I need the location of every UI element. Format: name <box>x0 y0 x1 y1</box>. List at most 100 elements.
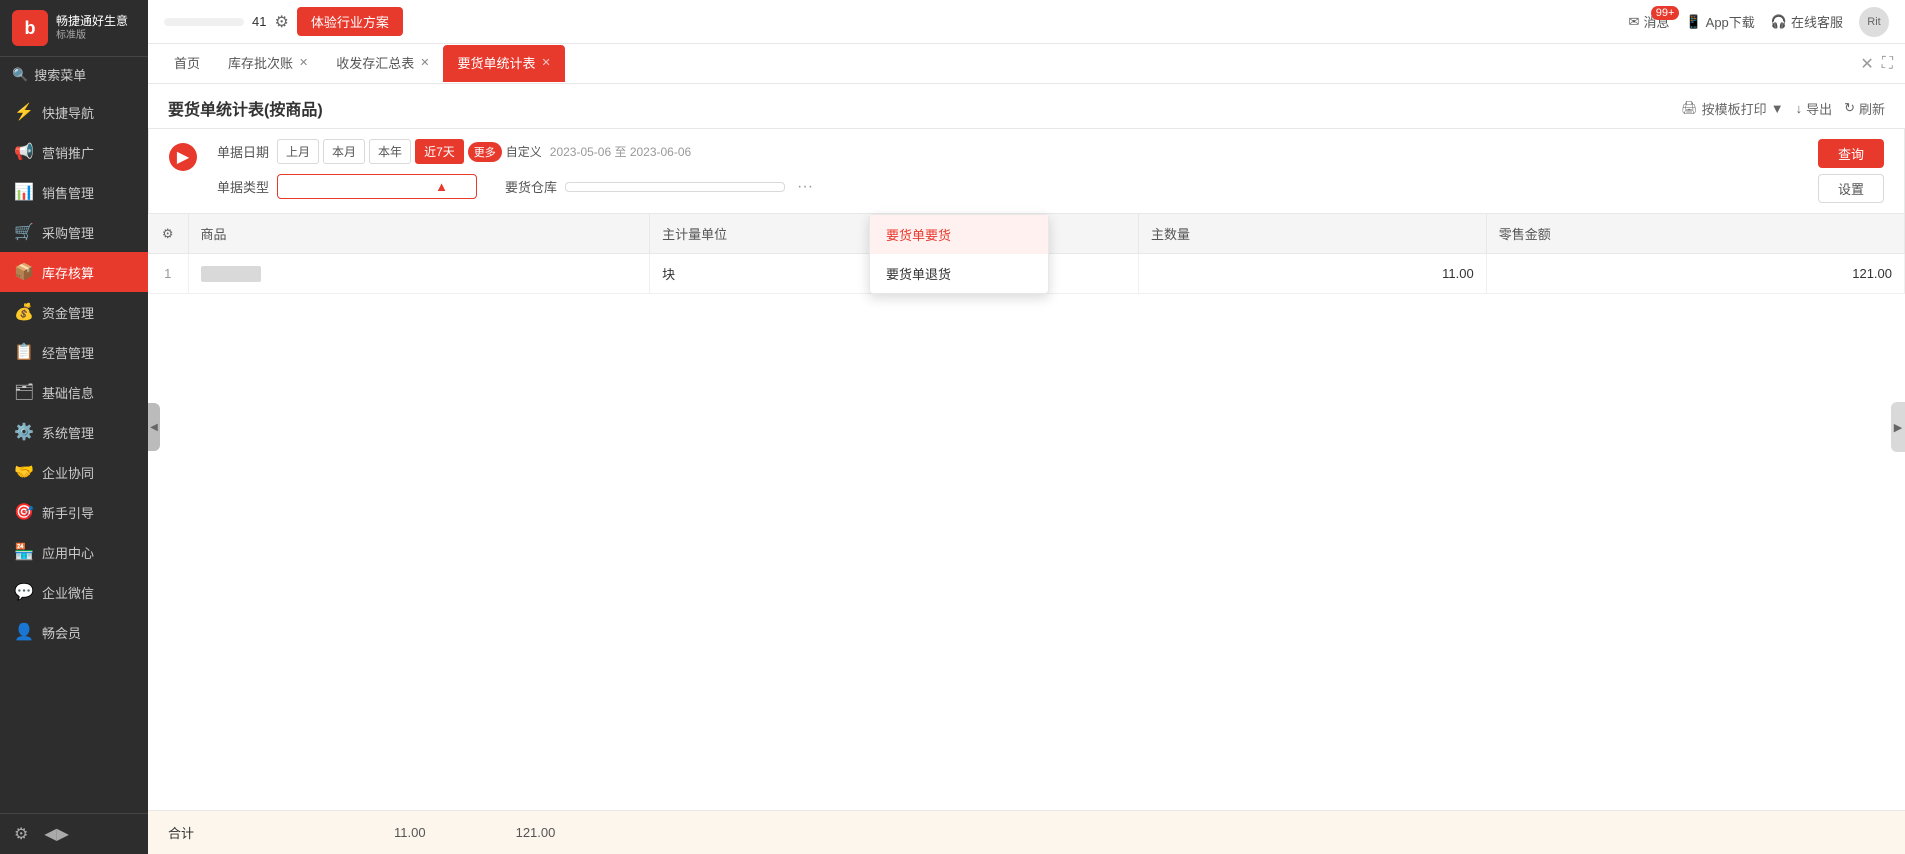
message-icon: ✉ <box>1629 14 1640 30</box>
tab-batch-account[interactable]: 库存批次账 ✕ <box>214 45 322 82</box>
settings-button[interactable]: 设置 <box>1818 174 1884 203</box>
wechat-icon: 💬 <box>14 582 34 602</box>
date-custom-btn[interactable]: 自定义 <box>506 143 542 160</box>
sidebar-menu: ⚡ 快捷导航 📢 营销推广 📊 销售管理 🛒 采购管理 📦 库存核算 💰 资金管… <box>0 92 148 813</box>
total-quantity: 11.00 <box>394 825 426 840</box>
right-collapse-handle[interactable]: ▶ <box>1891 402 1905 452</box>
sidebar-search-item[interactable]: 🔍 搜索菜单 <box>0 57 148 92</box>
column-settings-icon[interactable]: ⚙ <box>162 226 174 241</box>
topbar-search-box <box>164 18 244 26</box>
sidebar-item-finance[interactable]: 💰 资金管理 <box>0 292 148 332</box>
filter-row-date: 单据日期 上月 本月 本年 近7天 更多 自定义 2023-05-06 至 20… <box>217 139 1798 164</box>
message-badge: 99+ <box>1651 6 1680 20</box>
tabbar: 首页 库存批次账 ✕ 收发存汇总表 ✕ 要货单统计表 ✕ ✕ ⛶ <box>148 44 1905 84</box>
filter-more-button[interactable]: ··· <box>797 178 813 196</box>
industry-solution-button[interactable]: 体验行业方案 <box>297 7 403 36</box>
tab-window-close-icon[interactable]: ✕ <box>1860 54 1873 74</box>
lightning-icon: ⚡ <box>14 102 34 122</box>
date-btn-last-7-days[interactable]: 近7天 <box>415 139 464 164</box>
print-btn[interactable]: 🖨 按模板打印 ▼ <box>1681 99 1783 118</box>
tab-window-expand-icon[interactable]: ⛶ <box>1882 55 1893 73</box>
sidebar-item-operations[interactable]: 📋 经营管理 <box>0 332 148 372</box>
search-icon: 🔍 <box>12 67 28 83</box>
row-sale-amount: 121.00 <box>1486 254 1904 294</box>
date-more-badge[interactable]: 更多 <box>468 142 502 162</box>
type-dropdown: 要货单要货 要货单退货 <box>869 214 1049 294</box>
export-btn[interactable]: ↓ 导出 <box>1796 99 1833 118</box>
sidebar-item-enterprise[interactable]: 🤝 企业协同 <box>0 452 148 492</box>
query-button[interactable]: 查询 <box>1818 139 1884 168</box>
dropdown-item-order-goods[interactable]: 要货单要货 <box>870 215 1048 254</box>
online-service-btn[interactable]: 🎧 在线客服 <box>1771 12 1843 31</box>
tab-order-stats[interactable]: 要货单统计表 ✕ <box>443 45 564 82</box>
sidebar-collapse-handle[interactable]: ◀ <box>148 403 160 451</box>
message-btn[interactable]: ✉ 消息 99+ <box>1629 12 1670 31</box>
sidebar-bottom: ⚙ ◀▶ <box>0 813 148 854</box>
sidebar-item-quick-nav[interactable]: ⚡ 快捷导航 <box>0 92 148 132</box>
dropdown-item-order-return[interactable]: 要货单退货 <box>870 254 1048 293</box>
tab-delivery-summary[interactable]: 收发存汇总表 ✕ <box>322 45 443 82</box>
sidebar-item-sales[interactable]: 📊 销售管理 <box>0 172 148 212</box>
gear-icon: ⚙️ <box>14 422 34 442</box>
print-chevron-icon: ▼ <box>1771 101 1784 116</box>
warehouse-filter-label: 要货仓库 <box>505 177 557 196</box>
sidebar-item-member[interactable]: 👤 畅会员 <box>0 612 148 652</box>
topbar-left: 41 ⚙ 体验行业方案 <box>164 7 1617 36</box>
sidebar-item-purchase[interactable]: 🛒 采购管理 <box>0 212 148 252</box>
sidebar-item-wechat[interactable]: 💬 企业微信 <box>0 572 148 612</box>
date-btn-this-month[interactable]: 本月 <box>323 139 365 164</box>
table-footer: 合计 11.00 121.00 <box>148 810 1905 854</box>
row-quantity: 11.00 <box>1139 254 1487 294</box>
avatar[interactable]: Rit <box>1859 7 1889 37</box>
chart-icon: 📊 <box>14 182 34 202</box>
sidebar-item-marketing[interactable]: 📢 营销推广 <box>0 132 148 172</box>
date-filter-buttons: 上月 本月 本年 近7天 更多 自定义 <box>277 139 542 164</box>
collapse-icon[interactable]: ◀▶ <box>44 824 69 844</box>
money-icon: 💰 <box>14 302 34 322</box>
filter-expand-button[interactable]: ▶ <box>169 143 197 171</box>
table-area: ⚙ 商品 主计量单位 主数量 零售金额 1 <box>148 214 1905 810</box>
page-header: 要货单统计表(按商品) 🖨 按模板打印 ▼ ↓ 导出 ↻ 刷新 <box>148 84 1905 128</box>
topbar-gear-icon[interactable]: ⚙ <box>274 12 288 32</box>
logo-text: 畅捷通好生意 标准版 <box>56 14 128 43</box>
topbar: 41 ⚙ 体验行业方案 ✉ 消息 99+ 📱 App下载 🎧 在线客服 <box>148 0 1905 44</box>
row-goods <box>188 254 650 294</box>
sidebar-item-inventory[interactable]: 📦 库存核算 <box>0 252 148 292</box>
settings-icon[interactable]: ⚙ <box>14 824 28 844</box>
tab-delivery-summary-close[interactable]: ✕ <box>420 56 429 69</box>
tab-order-stats-close[interactable]: ✕ <box>542 56 551 69</box>
type-select-chevron: ▲ <box>435 179 448 194</box>
total-sale-amount: 121.00 <box>516 825 556 840</box>
filter-bar: ▶ 单据日期 上月 本月 本年 近7天 更多 自定义 2023-05-06 至 … <box>148 128 1905 214</box>
sidebar-item-guide[interactable]: 🎯 新手引导 <box>0 492 148 532</box>
th-settings[interactable]: ⚙ <box>148 214 188 254</box>
page-title: 要货单统计表(按商品) <box>168 96 323 120</box>
print-icon: 🖨 <box>1681 100 1698 116</box>
member-icon: 👤 <box>14 622 34 642</box>
refresh-btn[interactable]: ↻ 刷新 <box>1844 99 1885 118</box>
phone-icon: 📱 <box>1685 14 1701 30</box>
handshake-icon: 🤝 <box>14 462 34 482</box>
sidebar-item-base-info[interactable]: 🗂 基础信息 <box>0 372 148 412</box>
row-num: 1 <box>148 254 188 294</box>
app-download-btn[interactable]: 📱 App下载 <box>1685 12 1754 31</box>
sidebar: b 畅捷通好生意 标准版 🔍 搜索菜单 ⚡ 快捷导航 📢 营销推广 📊 销售管理… <box>0 0 148 854</box>
sidebar-item-appstore[interactable]: 🏪 应用中心 <box>0 532 148 572</box>
guide-icon: 🎯 <box>14 502 34 522</box>
th-sale-amount: 零售金额 <box>1486 214 1904 254</box>
date-btn-this-year[interactable]: 本年 <box>369 139 411 164</box>
clipboard-icon: 📋 <box>14 342 34 362</box>
total-label: 合计 <box>168 823 194 842</box>
warehouse-select-box[interactable] <box>565 182 785 192</box>
sidebar-item-system[interactable]: ⚙️ 系统管理 <box>0 412 148 452</box>
date-btn-last-month[interactable]: 上月 <box>277 139 319 164</box>
topbar-number: 41 <box>252 14 266 29</box>
store-icon: 🏪 <box>14 542 34 562</box>
tab-home[interactable]: 首页 <box>160 45 214 82</box>
tab-batch-account-close[interactable]: ✕ <box>299 56 308 69</box>
headset-icon: 🎧 <box>1771 14 1787 30</box>
type-select-box[interactable]: ▲ <box>277 174 477 199</box>
date-filter-label: 单据日期 <box>217 142 269 161</box>
logo-icon: b <box>12 10 48 46</box>
tab-bar-controls: ✕ ⛶ <box>1860 54 1893 74</box>
